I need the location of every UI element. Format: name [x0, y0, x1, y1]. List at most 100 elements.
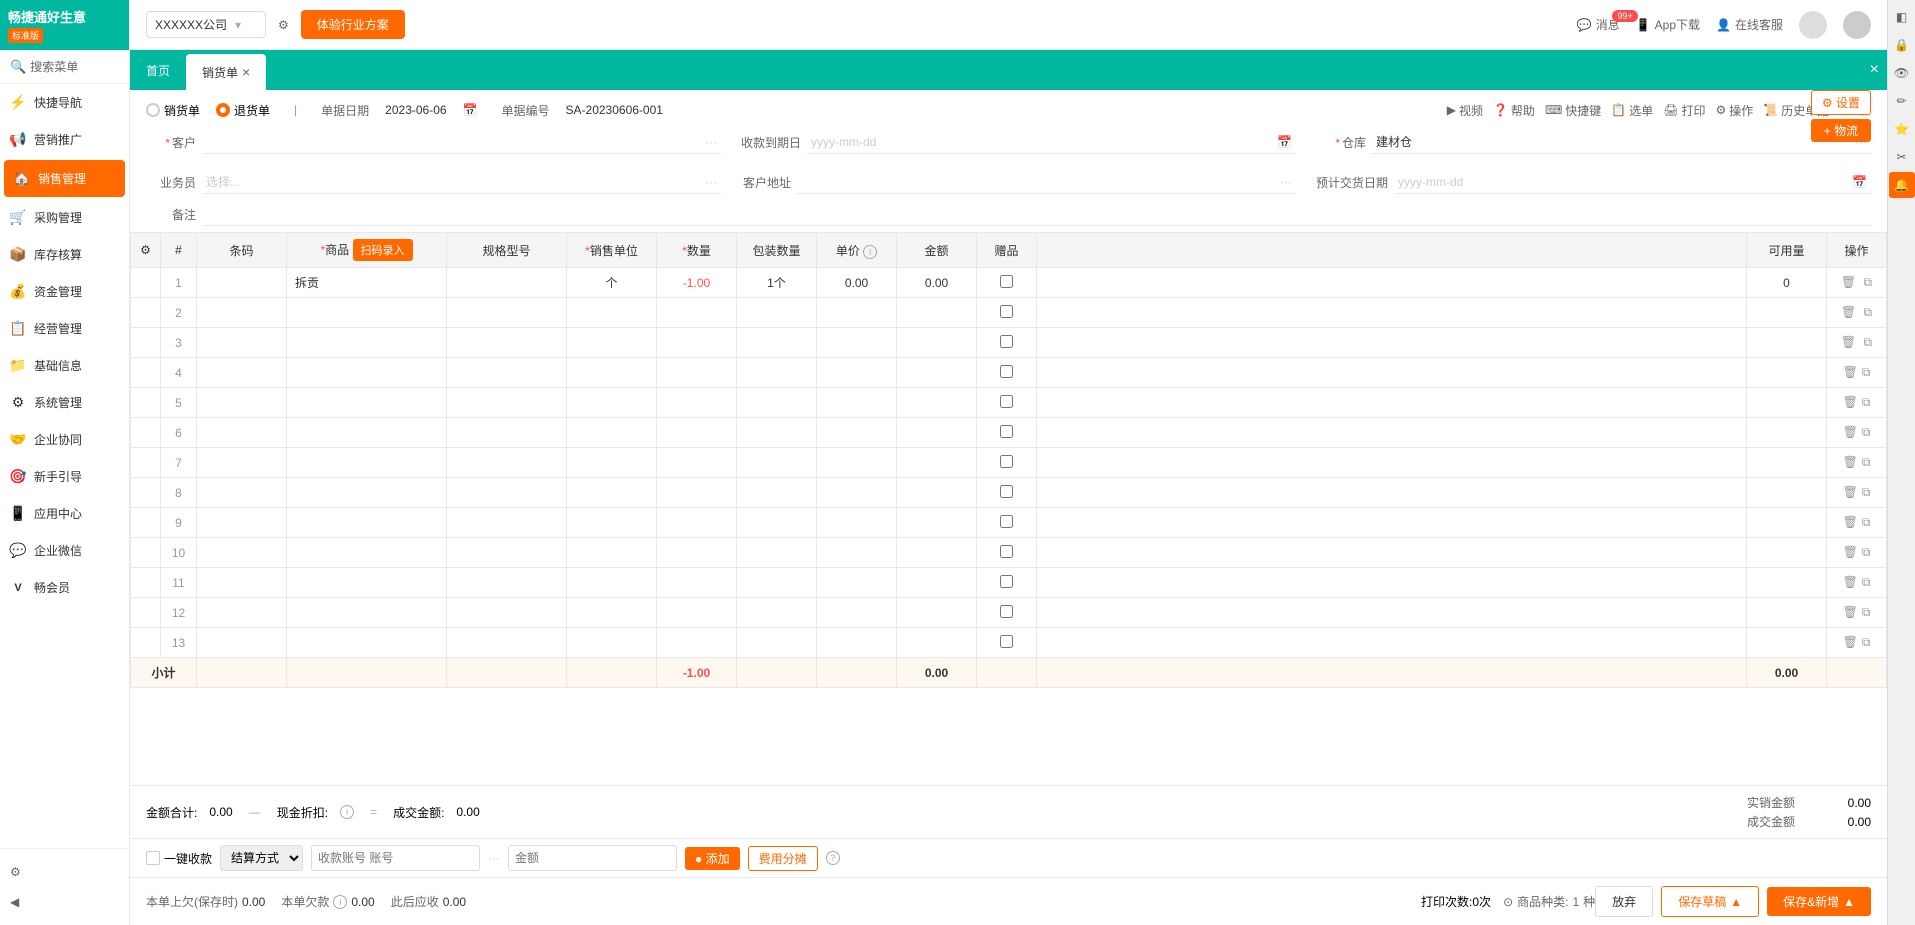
sidebar-item-wechat[interactable]: 💬 企业微信: [0, 532, 129, 569]
delete-icon[interactable]: 🗑: [1843, 635, 1858, 649]
sidebar-item-marketing[interactable]: 📢 营销推广: [0, 121, 129, 158]
sidebar-item-inventory[interactable]: 📦 库存核算: [0, 236, 129, 273]
delete-icon[interactable]: 🗑: [1843, 425, 1858, 439]
gift-checkbox[interactable]: [1000, 545, 1013, 558]
row-setting[interactable]: [131, 268, 161, 298]
sidebar-item-operations[interactable]: 📋 经营管理: [0, 310, 129, 347]
right-panel-icon-1[interactable]: ◧: [1889, 4, 1915, 30]
tab-close-icon[interactable]: ×: [242, 64, 250, 80]
settings-btn[interactable]: ⚙ 设置: [1811, 90, 1871, 115]
logistics-btn[interactable]: + 物流: [1811, 119, 1871, 142]
row-barcode[interactable]: [197, 328, 287, 358]
company-selector[interactable]: XXXXXX公司 ▾: [146, 11, 266, 38]
row-barcode[interactable]: [197, 298, 287, 328]
expense-split-btn[interactable]: 费用分摊: [748, 846, 818, 871]
row-amount[interactable]: [897, 328, 977, 358]
delete-icon[interactable]: 🗑: [1843, 485, 1858, 499]
row-setting[interactable]: [131, 298, 161, 328]
row-setting[interactable]: [131, 328, 161, 358]
gift-checkbox[interactable]: [1000, 395, 1013, 408]
row-unit[interactable]: [567, 328, 657, 358]
gear-settings[interactable]: ⚙: [278, 18, 289, 32]
table-scroll[interactable]: ⚙ # 条码 *商品 扫码录入 规格型号 *销售单位 *数量 包装数量 单价 i: [130, 232, 1887, 785]
salesman-input[interactable]: 选择... ···: [202, 170, 721, 194]
sidebar-item-basic[interactable]: 📁 基础信息: [0, 347, 129, 384]
save-draft-btn[interactable]: 保存草稿 ▲: [1661, 886, 1759, 917]
copy-icon[interactable]: ⧉: [1864, 305, 1873, 319]
delete-icon[interactable]: 🗑: [1843, 605, 1858, 619]
sidebar-item-enterprise[interactable]: 🤝 企业协同: [0, 421, 129, 458]
row-spec[interactable]: [447, 328, 567, 358]
gift-checkbox[interactable]: [1000, 425, 1013, 438]
copy-icon[interactable]: ⧉: [1862, 365, 1871, 379]
tab-home[interactable]: 首页: [130, 50, 186, 90]
gift-checkbox[interactable]: [1000, 305, 1013, 318]
one-click-payment[interactable]: 一键收款: [146, 850, 212, 867]
calendar-icon[interactable]: 📅: [463, 103, 478, 117]
delete-icon[interactable]: 🗑: [1843, 515, 1858, 529]
right-panel-icon-4[interactable]: ✏: [1889, 88, 1915, 114]
discount-info-icon[interactable]: i: [340, 805, 354, 819]
payment-cal-icon[interactable]: 📅: [1277, 135, 1292, 149]
delete-icon[interactable]: 🗑: [1843, 455, 1858, 469]
gift-checkbox[interactable]: [1000, 605, 1013, 618]
gift-checkbox[interactable]: [1000, 635, 1013, 648]
row-price[interactable]: [817, 298, 897, 328]
copy-icon[interactable]: ⧉: [1862, 395, 1871, 409]
gift-checkbox[interactable]: [1000, 455, 1013, 468]
gift-checkbox[interactable]: [1000, 575, 1013, 588]
payment-method-select[interactable]: 结算方式: [220, 845, 303, 871]
print-btn[interactable]: 🖨 打印: [1663, 102, 1705, 119]
close-all-icon[interactable]: ×: [1870, 61, 1879, 79]
row-goods[interactable]: [287, 328, 447, 358]
add-payment-btn[interactable]: ● 添加: [685, 847, 740, 870]
right-panel-icon-3[interactable]: 👁: [1889, 60, 1915, 86]
row-unit[interactable]: [567, 298, 657, 328]
expected-date-input[interactable]: yyyy-mm-dd 📅: [1394, 170, 1871, 194]
radio-sales[interactable]: 销货单: [146, 102, 200, 119]
payment-due-input[interactable]: yyyy-mm-dd 📅: [807, 130, 1296, 154]
salesman-dots[interactable]: ···: [705, 175, 717, 189]
expected-cal-icon[interactable]: 📅: [1852, 175, 1867, 189]
row-price[interactable]: 0.00: [817, 268, 897, 298]
row-amount[interactable]: [897, 298, 977, 328]
expense-info-icon[interactable]: ?: [826, 851, 840, 865]
copy-icon[interactable]: ⧉: [1862, 425, 1871, 439]
sidebar-item-guide[interactable]: 🎯 新手引导: [0, 458, 129, 495]
help-btn[interactable]: ❓ 帮助: [1493, 102, 1535, 119]
copy-icon[interactable]: ⧉: [1862, 545, 1871, 559]
row-pack[interactable]: [737, 328, 817, 358]
account-input[interactable]: [311, 845, 480, 871]
save-new-btn[interactable]: 保存&新增 ▲: [1767, 887, 1871, 916]
sidebar-item-finance[interactable]: 💰 资金管理: [0, 273, 129, 310]
right-panel-icon-5[interactable]: ⭐: [1889, 116, 1915, 142]
account-dots[interactable]: ···: [488, 851, 500, 865]
scan-btn[interactable]: 扫码录入: [353, 239, 413, 261]
customer-dots[interactable]: ···: [705, 135, 717, 149]
addr-dots[interactable]: ···: [1280, 175, 1292, 189]
row-gift[interactable]: [977, 328, 1037, 358]
copy-icon[interactable]: ⧉: [1862, 605, 1871, 619]
delete-icon[interactable]: 🗑: [1843, 365, 1858, 379]
row-gift[interactable]: [977, 298, 1037, 328]
online-service-btn[interactable]: 👤 在线客服: [1716, 16, 1783, 33]
shortcut-btn[interactable]: ⌨ 快捷键: [1545, 102, 1601, 119]
app-download-btn[interactable]: 📱 App下载: [1636, 16, 1700, 33]
price-info-icon[interactable]: i: [863, 245, 877, 259]
operation-btn[interactable]: ⚙ 操作: [1716, 102, 1754, 119]
radio-return[interactable]: 退货单: [216, 102, 270, 119]
video-btn[interactable]: ▶ 视频: [1447, 102, 1483, 119]
abandon-btn[interactable]: 放弃: [1595, 886, 1653, 917]
delete-icon[interactable]: 🗑: [1841, 335, 1856, 349]
row-price[interactable]: [817, 328, 897, 358]
row-spec[interactable]: [447, 298, 567, 328]
gift-checkbox[interactable]: [1000, 335, 1013, 348]
amount-input[interactable]: [508, 845, 677, 871]
sidebar-item-apps[interactable]: 📱 应用中心: [0, 495, 129, 532]
copy-icon[interactable]: ⧉: [1862, 635, 1871, 649]
row-barcode[interactable]: [197, 268, 287, 298]
copy-icon[interactable]: ⧉: [1864, 275, 1873, 289]
copy-icon[interactable]: ⧉: [1864, 335, 1873, 349]
delete-icon[interactable]: 🗑: [1841, 275, 1856, 289]
gift-checkbox[interactable]: [1000, 365, 1013, 378]
